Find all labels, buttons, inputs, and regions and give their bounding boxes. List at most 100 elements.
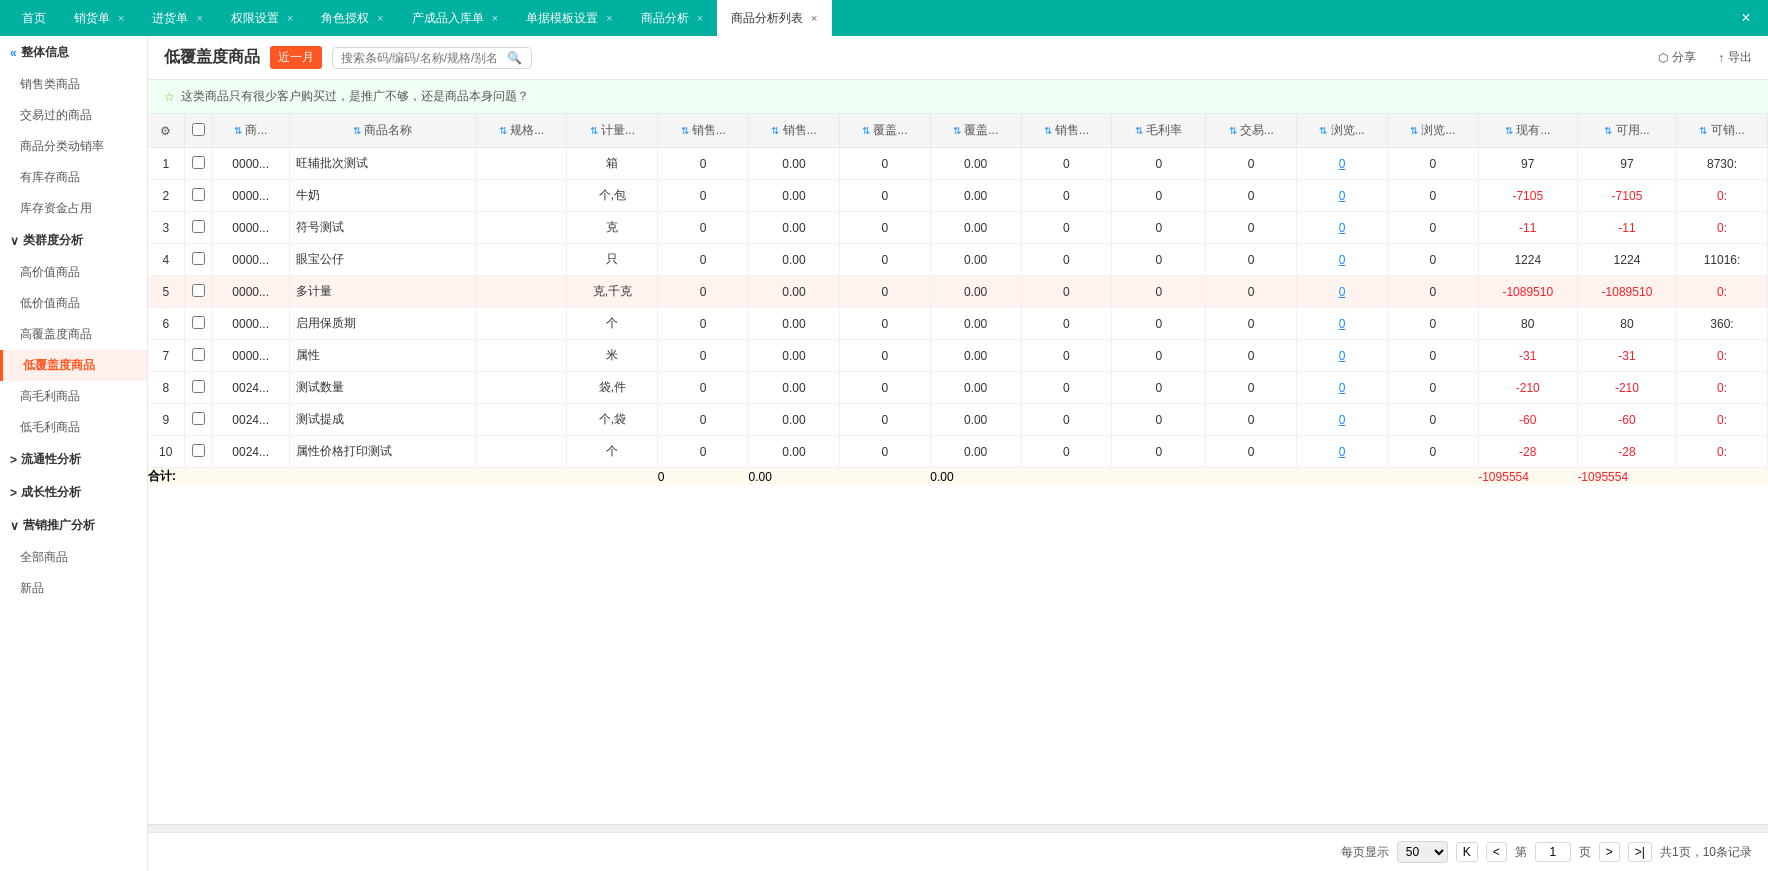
export-button[interactable]: ↑ 导出 (1718, 49, 1752, 66)
row-current-stock: 97 (1478, 148, 1577, 180)
row-current-stock: -1089510 (1478, 276, 1577, 308)
col-name[interactable]: ⇅ 商品名称 (289, 114, 476, 148)
share-button[interactable]: ⬡ 分享 (1658, 49, 1696, 66)
row-browse1[interactable]: 0 (1297, 276, 1388, 308)
sidebar-item-traded-goods[interactable]: 交易过的商品 (0, 100, 147, 131)
sidebar-section-growth[interactable]: > 成长性分析 (0, 476, 147, 509)
sidebar-item-all-goods[interactable]: 全部商品 (0, 542, 147, 573)
period-button[interactable]: 近一月 (270, 46, 322, 69)
row-checkbox[interactable] (184, 340, 212, 372)
sidebar-item-low-value[interactable]: 低价值商品 (0, 288, 147, 319)
close-icon[interactable]: × (492, 12, 498, 24)
sidebar-section-marketing[interactable]: ∨ 营销推广分析 (0, 509, 147, 542)
row-browse1[interactable]: 0 (1297, 340, 1388, 372)
row-sellable: 0: (1677, 180, 1768, 212)
first-page-button[interactable]: K (1456, 842, 1478, 862)
current-page-input[interactable] (1535, 842, 1571, 862)
col-sku[interactable]: ⇅ 商... (212, 114, 289, 148)
total-sales-amount: 0.00 (749, 468, 840, 486)
row-browse1[interactable]: 0 (1297, 244, 1388, 276)
close-icon[interactable]: × (118, 12, 124, 24)
select-all-checkbox[interactable] (192, 123, 205, 136)
sidebar-item-high-margin[interactable]: 高毛利商品 (0, 381, 147, 412)
col-sellable[interactable]: ⇅ 可销... (1677, 114, 1768, 148)
row-checkbox[interactable] (184, 372, 212, 404)
close-icon[interactable]: × (196, 12, 202, 24)
nav-permission[interactable]: 权限设置 × (217, 0, 307, 36)
search-box[interactable]: 🔍 (332, 47, 532, 69)
row-browse1[interactable]: 0 (1297, 180, 1388, 212)
col-cover2[interactable]: ⇅ 覆盖... (930, 114, 1021, 148)
sidebar-item-stocked-goods[interactable]: 有库存商品 (0, 162, 147, 193)
info-banner: ☆ 这类商品只有很少客户购买过，是推广不够，还是商品本身问题？ (148, 80, 1768, 114)
page-size-select[interactable]: 50 20 100 200 (1397, 841, 1448, 863)
prev-page-button[interactable]: < (1486, 842, 1507, 862)
row-checkbox[interactable] (184, 180, 212, 212)
col-sales-qty[interactable]: ⇅ 销售... (658, 114, 749, 148)
nav-sales-order[interactable]: 销货单 × (60, 0, 138, 36)
row-browse1[interactable]: 0 (1297, 212, 1388, 244)
close-icon[interactable]: × (697, 12, 703, 24)
col-browse1[interactable]: ⇅ 浏览... (1297, 114, 1388, 148)
col-settings[interactable]: ⚙ (148, 114, 184, 148)
row-spec (476, 372, 567, 404)
close-icon[interactable]: × (811, 12, 817, 24)
col-current-stock[interactable]: ⇅ 现有... (1478, 114, 1577, 148)
col-checkbox[interactable] (184, 114, 212, 148)
sidebar-item-sales-goods[interactable]: 销售类商品 (0, 69, 147, 100)
row-checkbox[interactable] (184, 148, 212, 180)
col-browse2[interactable]: ⇅ 浏览... (1387, 114, 1478, 148)
col-sales3[interactable]: ⇅ 销售... (1021, 114, 1112, 148)
sidebar-item-high-value[interactable]: 高价值商品 (0, 257, 147, 288)
nav-product-analysis[interactable]: 商品分析 × (627, 0, 717, 36)
next-page-button[interactable]: > (1599, 842, 1620, 862)
row-browse1[interactable]: 0 (1297, 436, 1388, 468)
row-cover2: 0.00 (930, 180, 1021, 212)
nav-product-stock[interactable]: 产成品入库单 × (398, 0, 512, 36)
sidebar-item-category-rate[interactable]: 商品分类动销率 (0, 131, 147, 162)
row-checkbox[interactable] (184, 212, 212, 244)
close-icon[interactable]: × (606, 12, 612, 24)
row-browse1[interactable]: 0 (1297, 148, 1388, 180)
nav-purchase-order[interactable]: 进货单 × (138, 0, 216, 36)
nav-home[interactable]: 首页 (8, 0, 60, 36)
row-unit: 只 (567, 244, 658, 276)
horizontal-scrollbar[interactable] (148, 824, 1768, 832)
col-unit[interactable]: ⇅ 计量... (567, 114, 658, 148)
row-checkbox[interactable] (184, 436, 212, 468)
col-sales-amount[interactable]: ⇅ 销售... (749, 114, 840, 148)
row-checkbox[interactable] (184, 308, 212, 340)
row-browse1[interactable]: 0 (1297, 372, 1388, 404)
row-sku: 0000... (212, 212, 289, 244)
sidebar-item-new-goods[interactable]: 新品 (0, 573, 147, 604)
search-input[interactable] (341, 51, 501, 65)
sidebar-item-high-coverage[interactable]: 高覆盖度商品 (0, 319, 147, 350)
row-browse1[interactable]: 0 (1297, 404, 1388, 436)
sidebar-item-low-margin[interactable]: 低毛利商品 (0, 412, 147, 443)
window-close-button[interactable]: × (1732, 4, 1760, 32)
col-cover1[interactable]: ⇅ 覆盖... (839, 114, 930, 148)
col-trade[interactable]: ⇅ 交易... (1206, 114, 1297, 148)
row-checkbox[interactable] (184, 276, 212, 308)
nav-product-analysis-list[interactable]: 商品分析列表 × (717, 0, 831, 36)
sidebar-item-low-coverage[interactable]: 低覆盖度商品 (0, 350, 147, 381)
col-available[interactable]: ⇅ 可用... (1577, 114, 1676, 148)
nav-role-auth[interactable]: 角色授权 × (307, 0, 397, 36)
close-icon[interactable]: × (287, 12, 293, 24)
search-icon[interactable]: 🔍 (507, 51, 522, 65)
row-checkbox[interactable] (184, 404, 212, 436)
col-gross-rate[interactable]: ⇅ 毛利率 (1112, 114, 1206, 148)
sidebar-section-cluster[interactable]: ∨ 类群度分析 (0, 224, 147, 257)
sidebar-section-overall[interactable]: « 整体信息 (0, 36, 147, 69)
sidebar-item-inventory-capital[interactable]: 库存资金占用 (0, 193, 147, 224)
export-icon: ↑ (1718, 51, 1724, 65)
sidebar-section-circulation[interactable]: > 流通性分析 (0, 443, 147, 476)
row-checkbox[interactable] (184, 244, 212, 276)
table-row: 10 0024... 属性价格打印测试 个 0 0.00 0 0.00 0 0 … (148, 436, 1768, 468)
close-icon[interactable]: × (377, 12, 383, 24)
row-browse1[interactable]: 0 (1297, 308, 1388, 340)
col-spec[interactable]: ⇅ 规格... (476, 114, 567, 148)
nav-template-settings[interactable]: 单据模板设置 × (512, 0, 626, 36)
table-row: 9 0024... 测试提成 个,袋 0 0.00 0 0.00 0 0 0 0… (148, 404, 1768, 436)
last-page-button[interactable]: >| (1628, 842, 1652, 862)
